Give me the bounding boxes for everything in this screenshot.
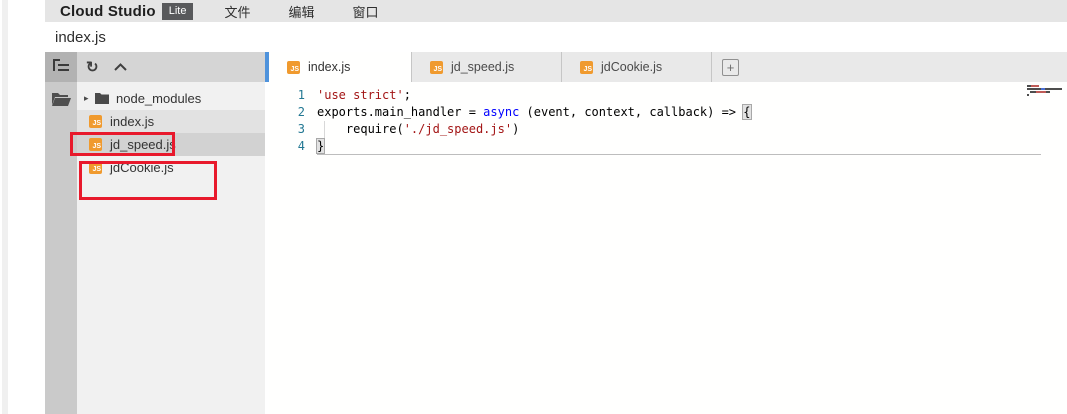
- panel-resize-sash[interactable]: [265, 52, 269, 82]
- new-tab-area: +: [712, 52, 739, 82]
- annotation-box-jd-speed: [70, 132, 175, 156]
- line-number: 4: [269, 138, 305, 155]
- line-number: 3: [269, 121, 305, 138]
- open-folder-button[interactable]: [52, 92, 71, 111]
- indent-guide: [324, 121, 325, 138]
- annotation-box-jdcookie: [79, 161, 217, 200]
- code-editor[interactable]: 1 'use strict'; 2 exports.main_handler =…: [269, 82, 1067, 414]
- minimap[interactable]: [1027, 85, 1065, 97]
- tree-item-label: node_modules: [116, 91, 201, 106]
- code-line: 2 exports.main_handler = async (event, c…: [269, 104, 1067, 121]
- current-line-highlight: [317, 154, 1041, 155]
- tab-bar: JS index.js JS jd_speed.js JS jdCookie.j…: [269, 52, 1067, 82]
- menubar: 文件 编辑 窗口: [205, 2, 397, 21]
- js-file-icon: JS: [580, 61, 593, 74]
- expand-arrow-icon[interactable]: ▸: [84, 93, 93, 104]
- file-explorer: ↻ ▸ node_modules JS index.js JS jd_speed…: [77, 52, 265, 414]
- activity-bar: [45, 52, 77, 414]
- app-window: Cloud Studio Lite 文件 编辑 窗口 index.js: [0, 0, 1067, 414]
- tab-jd-speed-js[interactable]: JS jd_speed.js: [412, 52, 562, 82]
- explorer-view-button[interactable]: [45, 52, 77, 82]
- js-file-icon: JS: [287, 61, 300, 74]
- tree-item-index-js[interactable]: JS index.js: [77, 110, 265, 133]
- window-title-text: index.js: [55, 29, 106, 46]
- tree-item-label: index.js: [110, 114, 154, 129]
- js-file-icon: JS: [430, 61, 443, 74]
- collapse-all-icon[interactable]: [114, 63, 127, 71]
- explorer-header: ↻: [77, 52, 265, 82]
- tab-label: jd_speed.js: [451, 60, 514, 74]
- code-lines: 1 'use strict'; 2 exports.main_handler =…: [269, 82, 1067, 155]
- tab-label: index.js: [308, 60, 350, 74]
- tab-label: jdCookie.js: [601, 60, 662, 74]
- window-title: index.js: [45, 22, 1067, 52]
- editor-area: JS index.js JS jd_speed.js JS jdCookie.j…: [269, 52, 1067, 414]
- left-edge-strip: [2, 0, 8, 414]
- tree-item-node-modules[interactable]: ▸ node_modules: [77, 87, 265, 110]
- line-number: 1: [269, 87, 305, 104]
- tab-jdcookie-js[interactable]: JS jdCookie.js: [562, 52, 712, 82]
- lite-badge: Lite: [162, 3, 194, 20]
- folder-open-icon: [52, 93, 71, 110]
- new-tab-plus-icon[interactable]: +: [722, 59, 739, 76]
- folder-icon: [95, 93, 109, 104]
- tab-index-js[interactable]: JS index.js: [269, 52, 412, 82]
- code-line: 1 'use strict';: [269, 87, 1067, 104]
- code-line: 3 require('./jd_speed.js'): [269, 121, 1067, 138]
- brand-logo: Cloud Studio: [60, 3, 156, 20]
- refresh-icon[interactable]: ↻: [86, 60, 99, 75]
- menu-file[interactable]: 文件: [205, 2, 269, 21]
- js-file-icon: JS: [89, 115, 102, 128]
- top-menu-bar: Cloud Studio Lite 文件 编辑 窗口: [45, 0, 1067, 22]
- menu-window[interactable]: 窗口: [334, 2, 398, 21]
- code-line: 4 }: [269, 138, 1067, 155]
- tree-outline-icon: [53, 58, 69, 77]
- line-number: 2: [269, 104, 305, 121]
- menu-edit[interactable]: 编辑: [269, 2, 333, 21]
